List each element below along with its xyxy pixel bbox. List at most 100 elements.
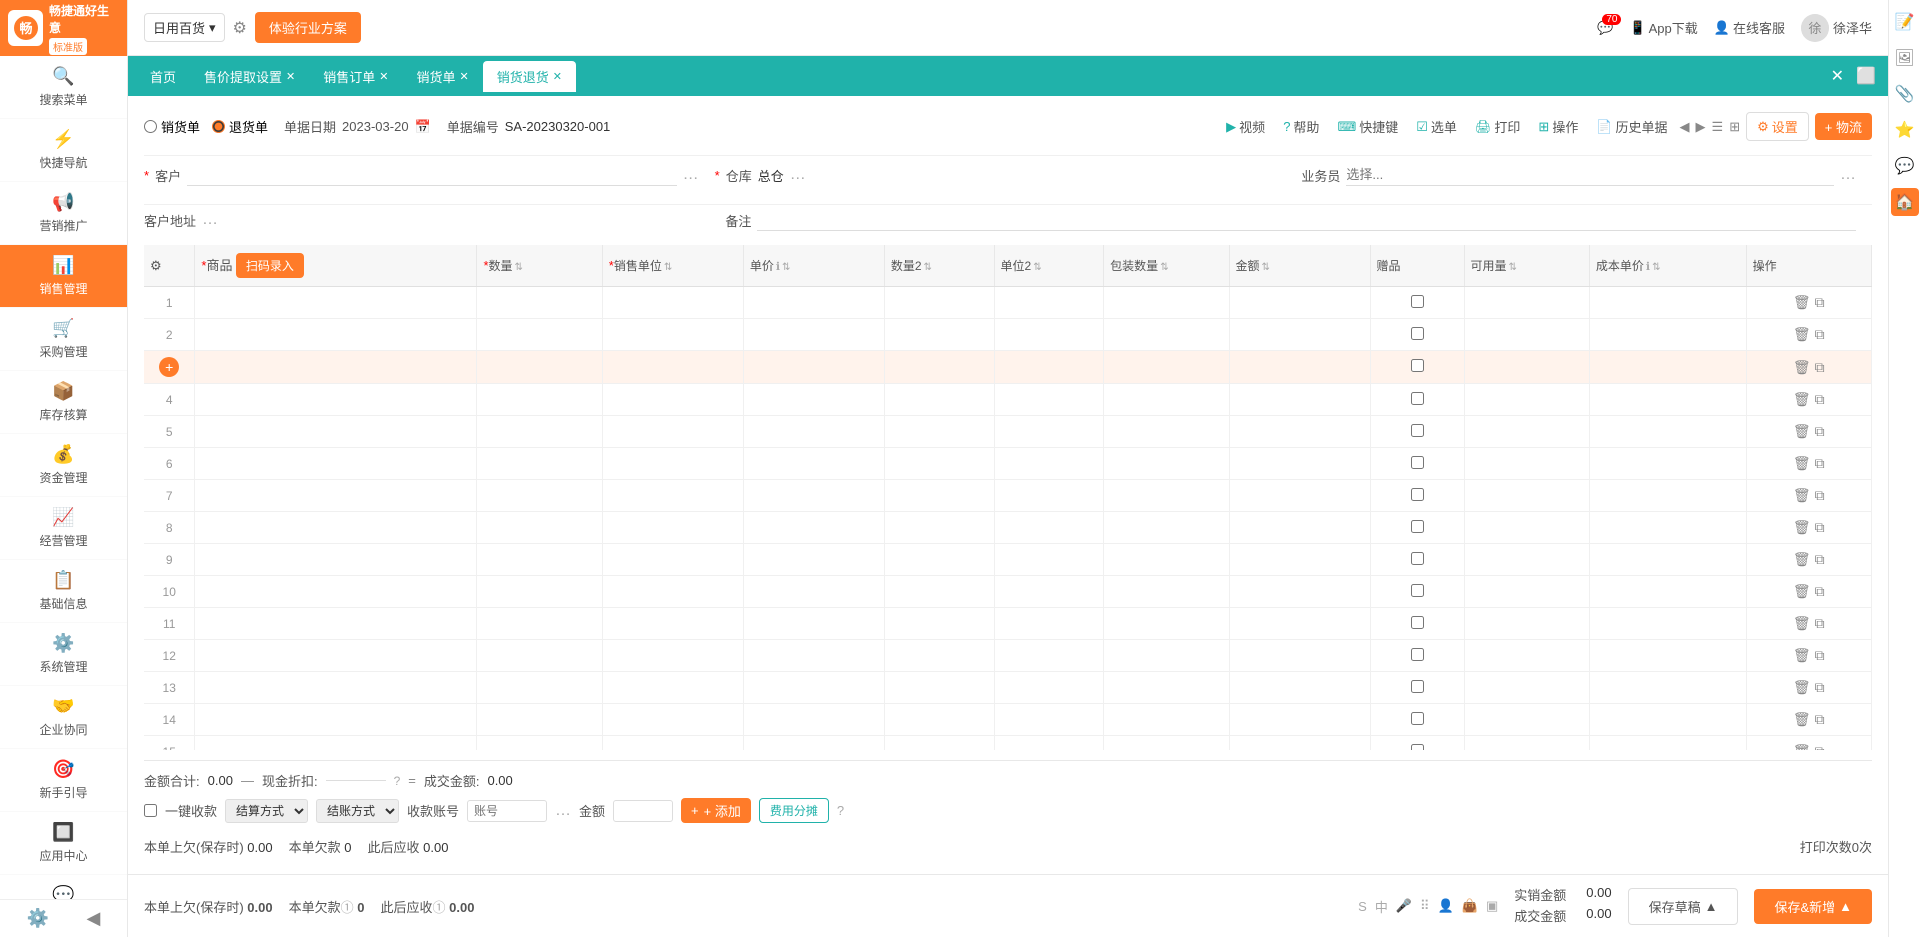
save-new-btn[interactable]: 保存&新增 ▲ [1754, 889, 1872, 924]
sidebar-item-purchase[interactable]: 🛒 采购管理 [0, 308, 127, 371]
sidebar-item-operations[interactable]: 📈 经营管理 [0, 497, 127, 560]
qty2-sort-icon[interactable]: ⇅ [924, 262, 932, 273]
operations-btn[interactable]: ⊞操作 [1532, 114, 1584, 139]
row-amount-3[interactable] [1229, 351, 1370, 384]
list-view-icon[interactable]: ☰ [1712, 119, 1724, 135]
add-row-btn[interactable]: + [159, 357, 179, 377]
row-delete-4[interactable]: 🗑 [1793, 391, 1811, 408]
product-input-3[interactable] [201, 360, 470, 375]
tab-sales-bill-close[interactable]: ✕ [460, 70, 469, 83]
address-select-btn[interactable]: … [202, 211, 218, 229]
row-copy-2[interactable]: ⧉ [1815, 326, 1825, 343]
row-unit2-3[interactable] [994, 351, 1104, 384]
row-avail-1[interactable] [1464, 287, 1589, 319]
row-delete-11[interactable]: 🗑 [1793, 615, 1811, 632]
row-copy-6[interactable]: ⧉ [1815, 455, 1825, 472]
row-copy-8[interactable]: ⧉ [1815, 519, 1825, 536]
qty-sort-icon[interactable]: ⇅ [515, 262, 523, 273]
customer-select-btn[interactable]: … [683, 166, 699, 184]
row-delete-10[interactable]: 🗑 [1793, 583, 1811, 600]
sidebar-item-apps[interactable]: 🔲 应用中心 [0, 812, 127, 875]
row-pack-3[interactable] [1104, 351, 1229, 384]
sidebar-item-search[interactable]: 🔍 搜索菜单 [0, 56, 127, 119]
sidebar-item-basic-info[interactable]: 📋 基础信息 [0, 560, 127, 623]
row-copy-11[interactable]: ⧉ [1815, 615, 1825, 632]
row-copy-4[interactable]: ⧉ [1815, 391, 1825, 408]
row-copy-9[interactable]: ⧉ [1815, 551, 1825, 568]
tab-sales-return[interactable]: 销货退货 ✕ [483, 61, 576, 92]
sidebar-settings-icon[interactable]: ⚙️ [27, 908, 49, 929]
radio-return-bill[interactable]: 退货单 [212, 117, 268, 136]
customer-input[interactable] [187, 164, 677, 186]
discount-input[interactable] [326, 780, 386, 781]
amount-sort-icon[interactable]: ⇅ [1262, 262, 1270, 273]
help-btn[interactable]: ?帮助 [1277, 114, 1325, 139]
row-gift-2[interactable] [1370, 319, 1464, 351]
tabbar-close-all[interactable]: ✕ [1827, 64, 1848, 88]
row-delete-6[interactable]: 🗑 [1793, 455, 1811, 472]
row-gift-3[interactable] [1370, 351, 1464, 384]
row-pack-1[interactable] [1104, 287, 1229, 319]
row-price-2[interactable] [743, 319, 884, 351]
grid-view-icon[interactable]: ⊞ [1729, 119, 1740, 135]
row-copy-10[interactable]: ⧉ [1815, 583, 1825, 600]
cost-split-btn[interactable]: 费用分摊 [759, 798, 829, 823]
video-btn[interactable]: ▶视频 [1220, 114, 1271, 139]
remark-input[interactable] [757, 209, 1856, 231]
nav-prev-icon[interactable]: ◀ [1680, 119, 1690, 135]
row-price-1[interactable] [743, 287, 884, 319]
add-logistics-button[interactable]: + 物流 [1815, 113, 1872, 140]
rp-icon-2[interactable]: 🖼 [1891, 44, 1919, 72]
sidebar-item-inventory[interactable]: 📦 库存核算 [0, 371, 127, 434]
cost-info-icon[interactable]: ℹ [1646, 261, 1650, 273]
row-delete-15[interactable]: 🗑 [1793, 743, 1811, 750]
row-cost-1[interactable] [1589, 287, 1746, 319]
row-unit-1[interactable] [602, 287, 743, 319]
unit-sort-icon[interactable]: ⇅ [664, 262, 672, 273]
avail-sort-icon[interactable]: ⇅ [1509, 262, 1517, 273]
sidebar-item-sales[interactable]: 📊 销售管理 [0, 245, 127, 308]
rp-icon-3[interactable]: 📎 [1891, 80, 1919, 108]
save-draft-btn[interactable]: 保存草稿 ▲ [1628, 888, 1739, 925]
shortcut-keys-btn[interactable]: ⌨快捷键 [1331, 114, 1404, 139]
calendar-icon[interactable]: 📅 [415, 119, 431, 135]
row-price-3[interactable] [743, 351, 884, 384]
online-service-btn[interactable]: 👤 在线客服 [1714, 18, 1785, 37]
sidebar-item-system[interactable]: ⚙️ 系统管理 [0, 623, 127, 686]
tab-sales-order-close[interactable]: ✕ [379, 70, 388, 83]
row-qty2-2[interactable] [884, 319, 994, 351]
select-btn[interactable]: ☑选单 [1410, 114, 1463, 139]
row-unit2-2[interactable] [994, 319, 1104, 351]
unit2-sort-icon[interactable]: ⇅ [1033, 262, 1041, 273]
sidebar-item-enterprise[interactable]: 🤝 企业协同 [0, 686, 127, 749]
tab-sales-order[interactable]: 销售订单 ✕ [309, 61, 402, 92]
row-copy-13[interactable]: ⧉ [1815, 679, 1825, 696]
row-copy-15[interactable]: ⧉ [1815, 743, 1825, 750]
history-btn[interactable]: 📄历史单据 [1590, 114, 1673, 139]
salesperson-select-btn[interactable]: … [1840, 166, 1856, 184]
row-copy-12[interactable]: ⧉ [1815, 647, 1825, 664]
tab-price-settings[interactable]: 售价提取设置 ✕ [190, 61, 309, 92]
account-select-btn[interactable]: … [555, 802, 571, 820]
row-delete-1[interactable]: 🗑 [1793, 294, 1811, 311]
row-cost-2[interactable] [1589, 319, 1746, 351]
row-qty2-3[interactable] [884, 351, 994, 384]
tab-price-close[interactable]: ✕ [286, 70, 295, 83]
row-delete-9[interactable]: 🗑 [1793, 551, 1811, 568]
industry-select[interactable]: 日用百货 ▾ [144, 13, 225, 42]
app-download-btn[interactable]: 📱 App下载 [1629, 18, 1697, 37]
row-product-2[interactable] [195, 319, 477, 351]
rp-icon-4[interactable]: ⭐ [1891, 116, 1919, 144]
row-qty-3[interactable] [477, 351, 602, 384]
sidebar-collapse-icon[interactable]: ◀ [86, 908, 100, 929]
price-sort-icon[interactable]: ⇅ [782, 262, 790, 273]
tab-sales-return-close[interactable]: ✕ [553, 70, 562, 83]
cost-sort-icon[interactable]: ⇅ [1652, 262, 1660, 273]
row-delete-8[interactable]: 🗑 [1793, 519, 1811, 536]
gear-icon[interactable]: ⚙ [150, 258, 162, 273]
row-pack-2[interactable] [1104, 319, 1229, 351]
radio-sales-bill[interactable]: 销货单 [144, 117, 200, 136]
row-copy-14[interactable]: ⧉ [1815, 711, 1825, 728]
row-copy-1[interactable]: ⧉ [1815, 294, 1825, 311]
rp-icon-6[interactable]: 🏠 [1891, 188, 1919, 216]
